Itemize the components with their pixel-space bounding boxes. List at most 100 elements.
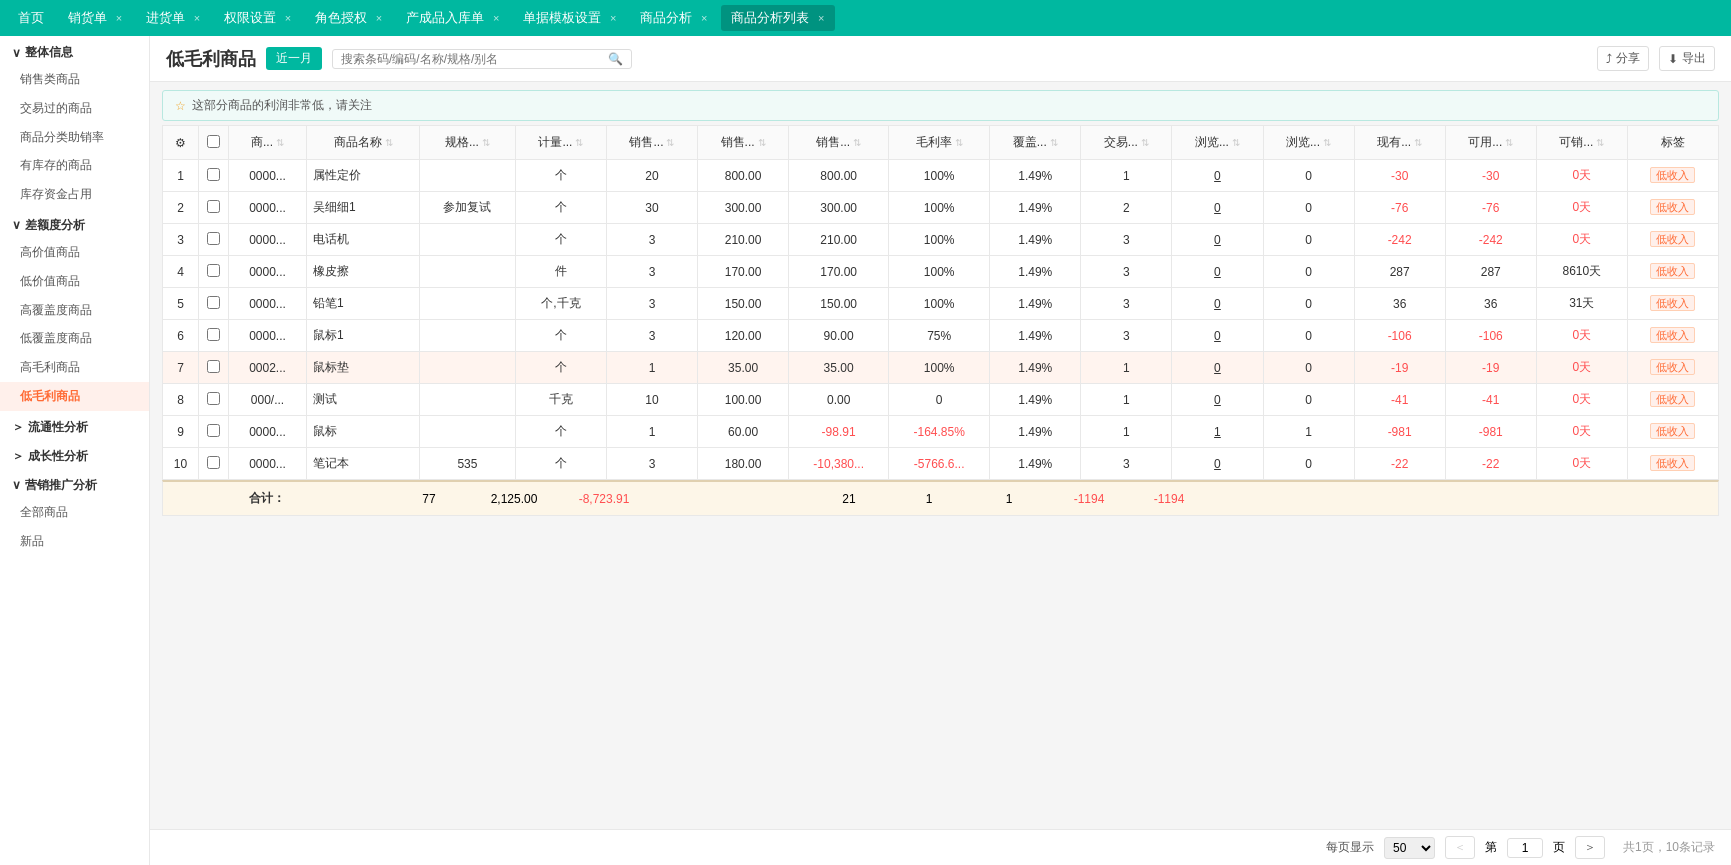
col-saleable[interactable]: 可销...⇅ [1536, 126, 1627, 160]
sort-icon-available[interactable]: ⇅ [1505, 137, 1513, 148]
col-checkbox[interactable] [199, 126, 229, 160]
nav-home[interactable]: 首页 [8, 5, 54, 31]
row-select-checkbox[interactable] [207, 360, 220, 373]
sort-icon-trade[interactable]: ⇅ [1141, 137, 1149, 148]
browse1-link[interactable]: 0 [1214, 457, 1221, 471]
sort-icon-spec[interactable]: ⇅ [482, 137, 490, 148]
sidebar-item-stock-goods[interactable]: 有库存的商品 [0, 151, 149, 180]
nav-analysis-list-close[interactable]: × [818, 12, 824, 24]
sidebar-item-high-margin[interactable]: 高毛利商品 [0, 353, 149, 382]
col-code[interactable]: 商...⇅ [229, 126, 307, 160]
sidebar-item-new-goods[interactable]: 新品 [0, 527, 149, 556]
next-page-button[interactable]: ＞ [1575, 836, 1605, 859]
row-select-checkbox[interactable] [207, 392, 220, 405]
nav-analysis-list[interactable]: 商品分析列表 × [721, 5, 834, 31]
browse1-link[interactable]: 0 [1214, 329, 1221, 343]
row-name[interactable]: 鼠标1 [307, 320, 420, 352]
col-gross-margin[interactable]: 毛利率⇅ [889, 126, 990, 160]
sort-icon-name[interactable]: ⇅ [385, 137, 393, 148]
row-checkbox[interactable] [199, 288, 229, 320]
row-select-checkbox[interactable] [207, 296, 220, 309]
col-sales-amount[interactable]: 销售...⇅ [789, 126, 889, 160]
col-tag[interactable]: 标签 [1627, 126, 1718, 160]
nav-product-entry[interactable]: 产成品入库单 × [396, 5, 509, 31]
nav-template[interactable]: 单据模板设置 × [513, 5, 626, 31]
row-browse1[interactable]: 0 [1172, 320, 1263, 352]
col-unit[interactable]: 计量...⇅ [515, 126, 606, 160]
col-sales-qty[interactable]: 销售...⇅ [606, 126, 697, 160]
row-browse1[interactable]: 0 [1172, 352, 1263, 384]
date-filter-button[interactable]: 近一月 [266, 47, 322, 70]
sidebar-item-low-value[interactable]: 低价值商品 [0, 267, 149, 296]
row-checkbox[interactable] [199, 448, 229, 480]
col-settings[interactable]: ⚙ [163, 126, 199, 160]
browse1-link[interactable]: 1 [1214, 425, 1221, 439]
nav-analysis-close[interactable]: × [701, 12, 707, 24]
nav-permissions[interactable]: 权限设置 × [214, 5, 301, 31]
row-checkbox[interactable] [199, 256, 229, 288]
row-select-checkbox[interactable] [207, 424, 220, 437]
sidebar-item-category-rate[interactable]: 商品分类助销率 [0, 123, 149, 152]
browse1-link[interactable]: 0 [1214, 361, 1221, 375]
row-browse1[interactable]: 0 [1172, 384, 1263, 416]
sidebar-group-overall[interactable]: ∨ 整体信息 [0, 36, 149, 65]
row-name[interactable]: 电话机 [307, 224, 420, 256]
row-select-checkbox[interactable] [207, 328, 220, 341]
nav-role-auth[interactable]: 角色授权 × [305, 5, 392, 31]
sort-icon-margin[interactable]: ⇅ [955, 137, 963, 148]
row-browse1[interactable]: 0 [1172, 448, 1263, 480]
row-browse1[interactable]: 0 [1172, 192, 1263, 224]
browse1-link[interactable]: 0 [1214, 297, 1221, 311]
sort-icon-browse1[interactable]: ⇅ [1232, 137, 1240, 148]
nav-analysis[interactable]: 商品分析 × [630, 5, 717, 31]
browse1-link[interactable]: 0 [1214, 265, 1221, 279]
sort-icon-coverage[interactable]: ⇅ [1050, 137, 1058, 148]
col-name[interactable]: 商品名称⇅ [307, 126, 420, 160]
row-name[interactable]: 鼠标 [307, 416, 420, 448]
search-icon[interactable]: 🔍 [608, 52, 623, 66]
page-size-select[interactable]: 50 100 200 [1384, 837, 1435, 859]
col-available[interactable]: 可用...⇅ [1445, 126, 1536, 160]
row-checkbox[interactable] [199, 384, 229, 416]
sidebar-item-traded-goods[interactable]: 交易过的商品 [0, 94, 149, 123]
nav-purchase[interactable]: 进货单 × [136, 5, 210, 31]
row-select-checkbox[interactable] [207, 264, 220, 277]
nav-sales[interactable]: 销货单 × [58, 5, 132, 31]
sort-icon-qty[interactable]: ⇅ [666, 137, 674, 148]
row-checkbox[interactable] [199, 224, 229, 256]
sort-icon-amount[interactable]: ⇅ [853, 137, 861, 148]
settings-icon[interactable]: ⚙ [175, 136, 186, 150]
row-name[interactable]: 属性定价 [307, 160, 420, 192]
sidebar-item-stock-capital[interactable]: 库存资金占用 [0, 180, 149, 209]
col-browse2[interactable]: 浏览...⇅ [1263, 126, 1354, 160]
sort-icon-code[interactable]: ⇅ [276, 137, 284, 148]
row-name[interactable]: 铅笔1 [307, 288, 420, 320]
sort-icon-price[interactable]: ⇅ [758, 137, 766, 148]
row-browse1[interactable]: 1 [1172, 416, 1263, 448]
row-name[interactable]: 橡皮擦 [307, 256, 420, 288]
sidebar-item-sales-goods[interactable]: 销售类商品 [0, 65, 149, 94]
nav-purchase-close[interactable]: × [194, 12, 200, 24]
sort-icon-browse2[interactable]: ⇅ [1323, 137, 1331, 148]
row-checkbox[interactable] [199, 352, 229, 384]
row-browse1[interactable]: 0 [1172, 160, 1263, 192]
browse1-link[interactable]: 0 [1214, 393, 1221, 407]
row-browse1[interactable]: 0 [1172, 256, 1263, 288]
sidebar-group-growth[interactable]: ＞ 成长性分析 [0, 440, 149, 469]
row-select-checkbox[interactable] [207, 200, 220, 213]
col-sales-price[interactable]: 销售...⇅ [698, 126, 789, 160]
nav-permissions-close[interactable]: × [285, 12, 291, 24]
col-browse1[interactable]: 浏览...⇅ [1172, 126, 1263, 160]
sidebar-group-margin[interactable]: ∨ 差额度分析 [0, 209, 149, 238]
sort-icon-current[interactable]: ⇅ [1414, 137, 1422, 148]
col-current[interactable]: 现有...⇅ [1354, 126, 1445, 160]
nav-product-close[interactable]: × [493, 12, 499, 24]
search-input[interactable] [341, 52, 604, 66]
sidebar-item-low-margin[interactable]: 低毛利商品 [0, 382, 149, 411]
row-select-checkbox[interactable] [207, 232, 220, 245]
row-checkbox[interactable] [199, 192, 229, 224]
sidebar-item-high-value[interactable]: 高价值商品 [0, 238, 149, 267]
row-checkbox[interactable] [199, 320, 229, 352]
row-select-checkbox[interactable] [207, 456, 220, 469]
page-number-input[interactable] [1507, 838, 1543, 858]
